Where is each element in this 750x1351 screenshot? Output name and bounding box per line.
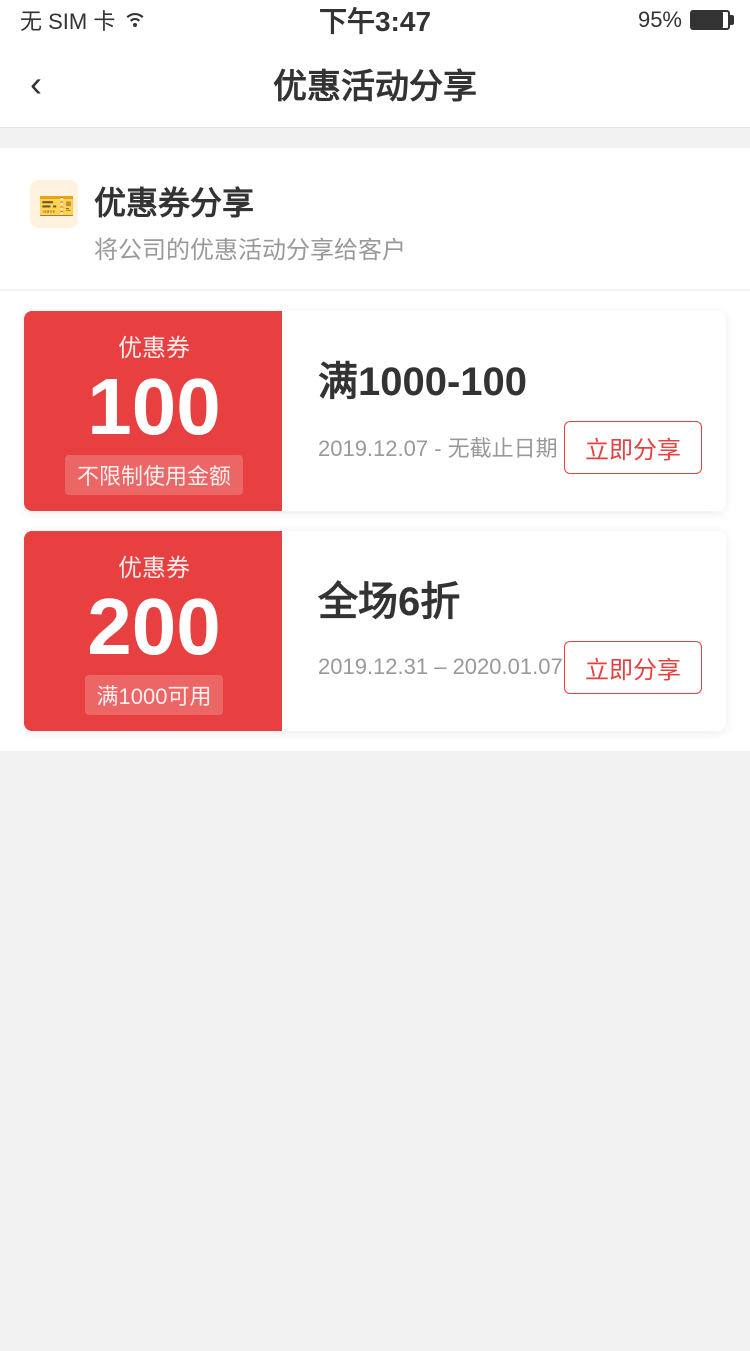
- share-button-1[interactable]: 立即分享: [564, 421, 702, 474]
- coupon-amount-1: 100: [87, 367, 220, 447]
- coupon-right-2: 全场6折 2019.12.31 – 2020.01.07 立即分享: [284, 531, 726, 731]
- coupon-label-1: 优惠券: [118, 328, 190, 363]
- battery-text: 95%: [638, 7, 682, 33]
- section-subtitle: 将公司的优惠活动分享给客户: [94, 230, 406, 265]
- background-area: [0, 751, 750, 1351]
- section-header: 🎫 优惠券分享 将公司的优惠活动分享给客户: [0, 148, 750, 289]
- coupon-condition-1: 不限制使用金额: [65, 455, 243, 495]
- status-time: 下午3:47: [319, 0, 431, 40]
- coupon-amount-2: 200: [87, 587, 220, 667]
- svg-text:🎫: 🎫: [38, 190, 75, 223]
- coupon-footer-2: 2019.12.31 – 2020.01.07 立即分享: [318, 641, 702, 694]
- status-left: 无 SIM 卡: [20, 4, 147, 36]
- coupon-list: 优惠券 100 不限制使用金额 满1000-100 2019.12.07 - 无…: [0, 291, 750, 751]
- status-bar: 无 SIM 卡 下午3:47 95%: [0, 0, 750, 40]
- back-button[interactable]: ‹: [30, 63, 42, 105]
- coupon-card-2: 优惠券 200 满1000可用 全场6折 2019.12.31 – 2020.0…: [24, 531, 726, 731]
- coupon-card-1: 优惠券 100 不限制使用金额 满1000-100 2019.12.07 - 无…: [24, 311, 726, 511]
- carrier-text: 无 SIM 卡: [20, 4, 115, 36]
- share-button-2[interactable]: 立即分享: [564, 641, 702, 694]
- nav-bar: ‹ 优惠活动分享: [0, 40, 750, 128]
- coupon-left-2: 优惠券 200 满1000可用: [24, 531, 284, 731]
- wifi-icon: [123, 7, 147, 33]
- section-text: 优惠券分享 将公司的优惠活动分享给客户: [94, 178, 406, 265]
- nav-title: 优惠活动分享: [273, 59, 477, 108]
- coupon-date-2: 2019.12.31 – 2020.01.07: [318, 654, 563, 680]
- coupon-left-1: 优惠券 100 不限制使用金额: [24, 311, 284, 511]
- coupon-name-2: 全场6折: [318, 569, 702, 627]
- coupon-condition-2: 满1000可用: [85, 675, 224, 715]
- coupon-name-1: 满1000-100: [318, 349, 702, 407]
- coupon-date-1: 2019.12.07 - 无截止日期: [318, 431, 558, 463]
- coupon-footer-1: 2019.12.07 - 无截止日期 立即分享: [318, 421, 702, 474]
- coupon-right-1: 满1000-100 2019.12.07 - 无截止日期 立即分享: [284, 311, 726, 511]
- battery-icon: [690, 10, 730, 30]
- status-right: 95%: [638, 7, 730, 33]
- coupon-label-2: 优惠券: [118, 548, 190, 583]
- coupon-share-icon: 🎫: [30, 180, 78, 228]
- section-title: 优惠券分享: [94, 178, 406, 224]
